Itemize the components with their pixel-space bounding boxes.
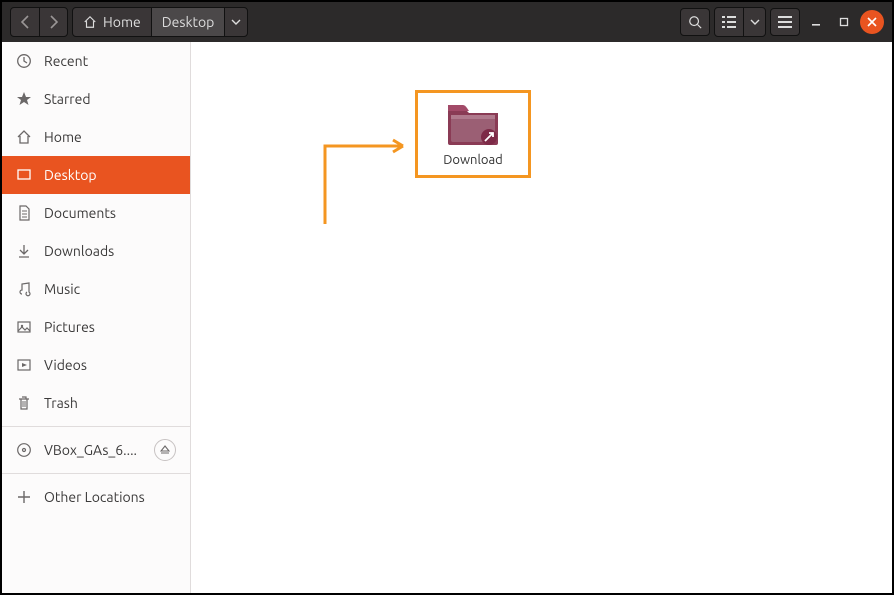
sidebar-item-home[interactable]: Home [2, 118, 190, 156]
path-bar: Home Desktop [72, 7, 248, 37]
file-label: Download [443, 153, 503, 167]
sidebar-item-label: Documents [44, 205, 116, 221]
path-desktop-label: Desktop [162, 14, 215, 30]
path-home-label: Home [103, 14, 141, 30]
eject-icon [160, 445, 170, 455]
pictures-icon [16, 319, 32, 335]
plus-icon [16, 489, 32, 505]
clock-icon [16, 53, 32, 69]
view-switcher [714, 7, 766, 37]
sidebar-item-other-locations[interactable]: Other Locations [2, 478, 190, 516]
nav-back-forward [10, 7, 68, 37]
sidebar-item-starred[interactable]: Starred [2, 80, 190, 118]
sidebar-item-trash[interactable]: Trash [2, 384, 190, 422]
body: Recent Starred Home Desktop Documents Do [2, 42, 892, 593]
path-home[interactable]: Home [73, 8, 151, 36]
minimize-button[interactable] [804, 10, 828, 34]
sidebar-item-label: Videos [44, 357, 87, 373]
home-icon [83, 15, 97, 29]
content-area[interactable]: Download [191, 42, 892, 593]
sidebar-item-pictures[interactable]: Pictures [2, 308, 190, 346]
path-dropdown[interactable] [224, 8, 247, 36]
sidebar-item-music[interactable]: Music [2, 270, 190, 308]
list-view-button[interactable] [715, 8, 743, 36]
hamburger-menu-button[interactable] [770, 8, 800, 36]
sidebar-item-label: Other Locations [44, 489, 145, 505]
forward-button[interactable] [39, 8, 67, 36]
sidebar-item-label: Recent [44, 53, 88, 69]
sidebar-item-label: Desktop [44, 167, 97, 183]
caret-down-icon [231, 19, 241, 25]
home-icon [16, 129, 32, 145]
videos-icon [16, 357, 32, 373]
hamburger-icon [778, 16, 792, 28]
disc-icon [16, 442, 32, 458]
maximize-button[interactable] [832, 10, 856, 34]
sidebar-item-mount[interactable]: VBox_GAs_6.... [2, 431, 190, 469]
maximize-icon [839, 17, 849, 27]
file-manager-window: Home Desktop [0, 0, 894, 595]
sidebar-item-desktop[interactable]: Desktop [2, 156, 190, 194]
list-icon [722, 16, 736, 28]
titlebar: Home Desktop [2, 2, 892, 42]
sidebar-item-label: Home [44, 129, 82, 145]
desktop-icon [16, 167, 32, 183]
sidebar-item-documents[interactable]: Documents [2, 194, 190, 232]
sidebar-item-label: Trash [44, 395, 78, 411]
music-icon [16, 281, 32, 297]
sidebar-item-label: Music [44, 281, 80, 297]
sidebar-item-downloads[interactable]: Downloads [2, 232, 190, 270]
minimize-icon [811, 17, 821, 27]
star-icon [16, 91, 32, 107]
sidebar-item-label: Pictures [44, 319, 95, 335]
chevron-right-icon [49, 15, 58, 29]
sidebar-item-label: VBox_GAs_6.... [44, 442, 137, 458]
sidebar-separator [2, 426, 190, 427]
sidebar: Recent Starred Home Desktop Documents Do [2, 42, 191, 593]
folder-shortcut-icon [445, 101, 501, 147]
downloads-icon [16, 243, 32, 259]
annotation-arrow [321, 138, 417, 224]
search-button[interactable] [680, 8, 710, 36]
back-button[interactable] [11, 8, 39, 36]
chevron-left-icon [21, 15, 30, 29]
trash-icon [16, 395, 32, 411]
file-item-download[interactable]: Download [415, 90, 531, 178]
view-dropdown[interactable] [743, 8, 765, 36]
close-icon [867, 17, 877, 27]
sidebar-separator [2, 473, 190, 474]
search-icon [688, 15, 702, 29]
sidebar-item-label: Starred [44, 91, 91, 107]
close-button[interactable] [860, 10, 884, 34]
sidebar-item-videos[interactable]: Videos [2, 346, 190, 384]
documents-icon [16, 205, 32, 221]
path-desktop[interactable]: Desktop [151, 8, 225, 36]
sidebar-item-label: Downloads [44, 243, 114, 259]
sidebar-item-recent[interactable]: Recent [2, 42, 190, 80]
caret-down-icon [750, 19, 760, 25]
eject-button[interactable] [154, 439, 176, 461]
